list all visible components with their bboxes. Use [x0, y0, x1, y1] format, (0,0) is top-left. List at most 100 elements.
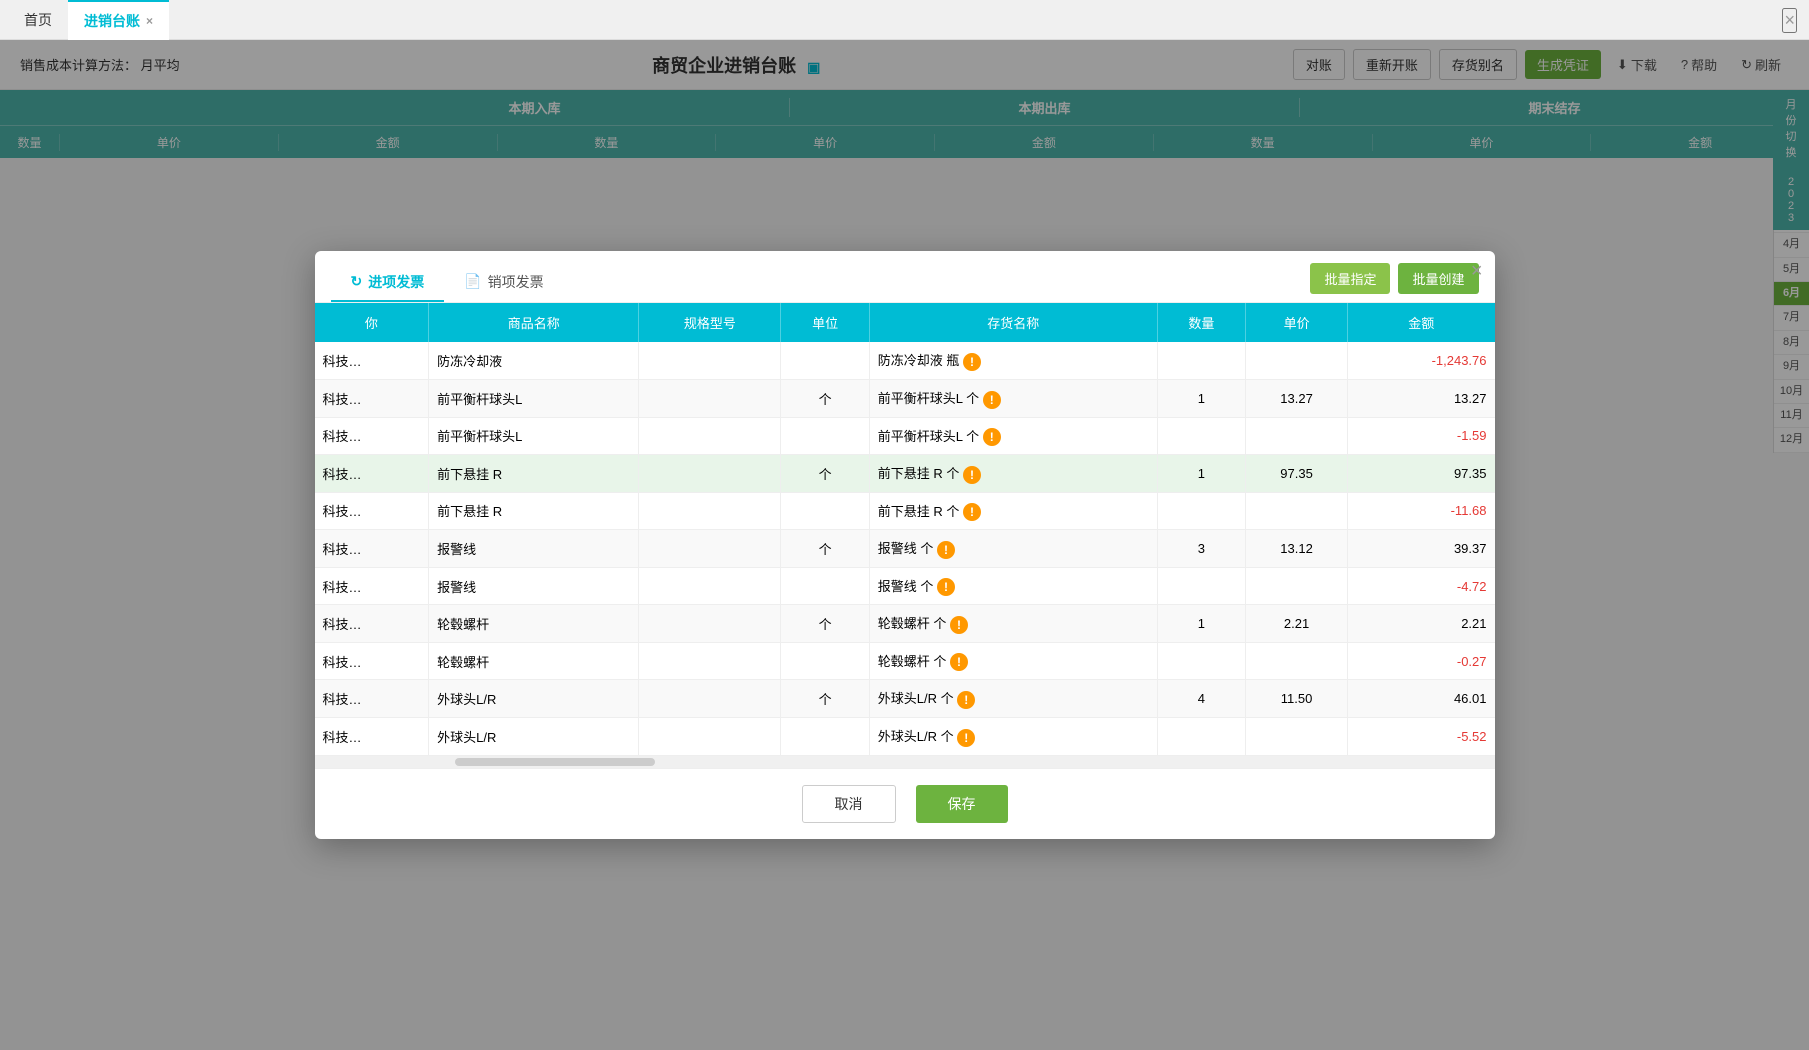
cell-stock-name: 前平衡杆球头L 个 !: [869, 379, 1157, 417]
warning-icon: !: [937, 541, 955, 559]
cell-unit: 个: [781, 530, 869, 568]
dialog-tab-purchase[interactable]: ↻ 进项发票: [331, 264, 445, 302]
table-row: 科技… 前下悬挂 R 个 前下悬挂 R 个 ! 1 97.35 97.35: [315, 455, 1495, 493]
table-row: 科技… 前平衡杆球头L 前平衡杆球头L 个 ! -1.59: [315, 417, 1495, 455]
btn-batch-create[interactable]: 批量创建: [1398, 263, 1478, 294]
cell-amount: -11.68: [1348, 492, 1495, 530]
cell-stock-name: 防冻冷却液 瓶 !: [869, 342, 1157, 379]
cell-stock-name: 前下悬挂 R 个 !: [869, 492, 1157, 530]
dialog-table: 你 商品名称 规格型号 单位 存货名称 数量 单价 金额 科技… 防冻冷却液: [315, 303, 1495, 755]
cell-col1: 科技…: [315, 455, 429, 493]
warning-icon: !: [957, 729, 975, 747]
warning-icon: !: [957, 691, 975, 709]
cell-product-name: 外球头L/R: [429, 680, 639, 718]
cell-amount: 46.01: [1348, 680, 1495, 718]
dialog-tab-sales[interactable]: 📄 销项发票: [444, 264, 563, 302]
cell-col1: 科技…: [315, 379, 429, 417]
btn-cancel[interactable]: 取消: [802, 785, 896, 823]
cell-stock-name: 外球头L/R 个 !: [869, 680, 1157, 718]
dialog-scrollbar[interactable]: [315, 756, 1495, 768]
cell-qty: 3: [1157, 530, 1245, 568]
cell-amount: -1.59: [1348, 417, 1495, 455]
btn-save[interactable]: 保存: [916, 785, 1008, 823]
cell-price: 13.27: [1246, 379, 1348, 417]
dialog-scrollbar-thumb: [455, 758, 655, 766]
cell-unit: 个: [781, 455, 869, 493]
window-close-button[interactable]: ×: [1782, 8, 1797, 33]
cell-unit: [781, 642, 869, 680]
tab-ledger[interactable]: 进销台账 ×: [68, 0, 169, 40]
cell-amount: -4.72: [1348, 567, 1495, 605]
cell-col1: 科技…: [315, 718, 429, 756]
tab-home[interactable]: 首页: [8, 0, 68, 40]
cell-spec: [639, 417, 781, 455]
cell-unit: 个: [781, 680, 869, 718]
cell-price: 2.21: [1246, 605, 1348, 643]
cell-spec: [639, 680, 781, 718]
cell-product-name: 前下悬挂 R: [429, 455, 639, 493]
cell-amount: 2.21: [1348, 605, 1495, 643]
th-product-name: 商品名称: [429, 303, 639, 342]
warning-icon: !: [963, 466, 981, 484]
cell-spec: [639, 455, 781, 493]
cell-stock-name: 报警线 个 !: [869, 567, 1157, 605]
warning-icon: !: [983, 391, 1001, 409]
cell-spec: [639, 718, 781, 756]
cell-spec: [639, 342, 781, 379]
cell-amount: 13.27: [1348, 379, 1495, 417]
cell-spec: [639, 567, 781, 605]
th-unit: 单位: [781, 303, 869, 342]
cell-col1: 科技…: [315, 680, 429, 718]
cell-amount: 97.35: [1348, 455, 1495, 493]
table-row: 科技… 前平衡杆球头L 个 前平衡杆球头L 个 ! 1 13.27 13.27: [315, 379, 1495, 417]
cell-col1: 科技…: [315, 642, 429, 680]
tab-ledger-close[interactable]: ×: [146, 14, 153, 28]
th-col1: 你: [315, 303, 429, 342]
warning-icon: !: [950, 616, 968, 634]
cell-col1: 科技…: [315, 605, 429, 643]
dialog-footer: 取消 保存: [315, 768, 1495, 839]
cell-product-name: 防冻冷却液: [429, 342, 639, 379]
cell-unit: 个: [781, 379, 869, 417]
cell-product-name: 外球头L/R: [429, 718, 639, 756]
cell-unit: [781, 567, 869, 605]
cell-spec: [639, 530, 781, 568]
cell-col1: 科技…: [315, 342, 429, 379]
table-header-row: 你 商品名称 规格型号 单位 存货名称 数量 单价 金额: [315, 303, 1495, 342]
cell-amount: -5.52: [1348, 718, 1495, 756]
cell-spec: [639, 605, 781, 643]
cell-price: [1246, 718, 1348, 756]
cell-unit: [781, 718, 869, 756]
th-price: 单价: [1246, 303, 1348, 342]
cell-price: 13.12: [1246, 530, 1348, 568]
cell-price: [1246, 417, 1348, 455]
cell-product-name: 前平衡杆球头L: [429, 379, 639, 417]
cell-stock-name: 报警线 个 !: [869, 530, 1157, 568]
table-row: 科技… 报警线 报警线 个 ! -4.72: [315, 567, 1495, 605]
cell-product-name: 轮毂螺杆: [429, 605, 639, 643]
cell-stock-name: 轮毂螺杆 个 !: [869, 605, 1157, 643]
table-row: 科技… 外球头L/R 个 外球头L/R 个 ! 4 11.50 46.01: [315, 680, 1495, 718]
cell-unit: [781, 492, 869, 530]
cell-qty: [1157, 342, 1245, 379]
sales-tab-icon: 📄: [464, 273, 481, 290]
cell-col1: 科技…: [315, 530, 429, 568]
warning-icon: !: [937, 578, 955, 596]
dialog-close-button[interactable]: ×: [1471, 261, 1483, 281]
dialog-table-wrap: 你 商品名称 规格型号 单位 存货名称 数量 单价 金额 科技… 防冻冷却液: [315, 303, 1495, 755]
btn-batch-assign[interactable]: 批量指定: [1310, 263, 1390, 294]
cell-col1: 科技…: [315, 492, 429, 530]
cell-unit: 个: [781, 605, 869, 643]
cell-product-name: 报警线: [429, 530, 639, 568]
table-row: 科技… 前下悬挂 R 前下悬挂 R 个 ! -11.68: [315, 492, 1495, 530]
table-row: 科技… 报警线 个 报警线 个 ! 3 13.12 39.37: [315, 530, 1495, 568]
cell-product-name: 前下悬挂 R: [429, 492, 639, 530]
cell-qty: 1: [1157, 605, 1245, 643]
cell-stock-name: 前下悬挂 R 个 !: [869, 455, 1157, 493]
cell-spec: [639, 492, 781, 530]
cell-amount: 39.37: [1348, 530, 1495, 568]
purchase-tab-icon: ↻: [351, 273, 363, 290]
cell-price: [1246, 642, 1348, 680]
table-row: 科技… 防冻冷却液 防冻冷却液 瓶 ! -1,243.76: [315, 342, 1495, 379]
warning-icon: !: [963, 503, 981, 521]
